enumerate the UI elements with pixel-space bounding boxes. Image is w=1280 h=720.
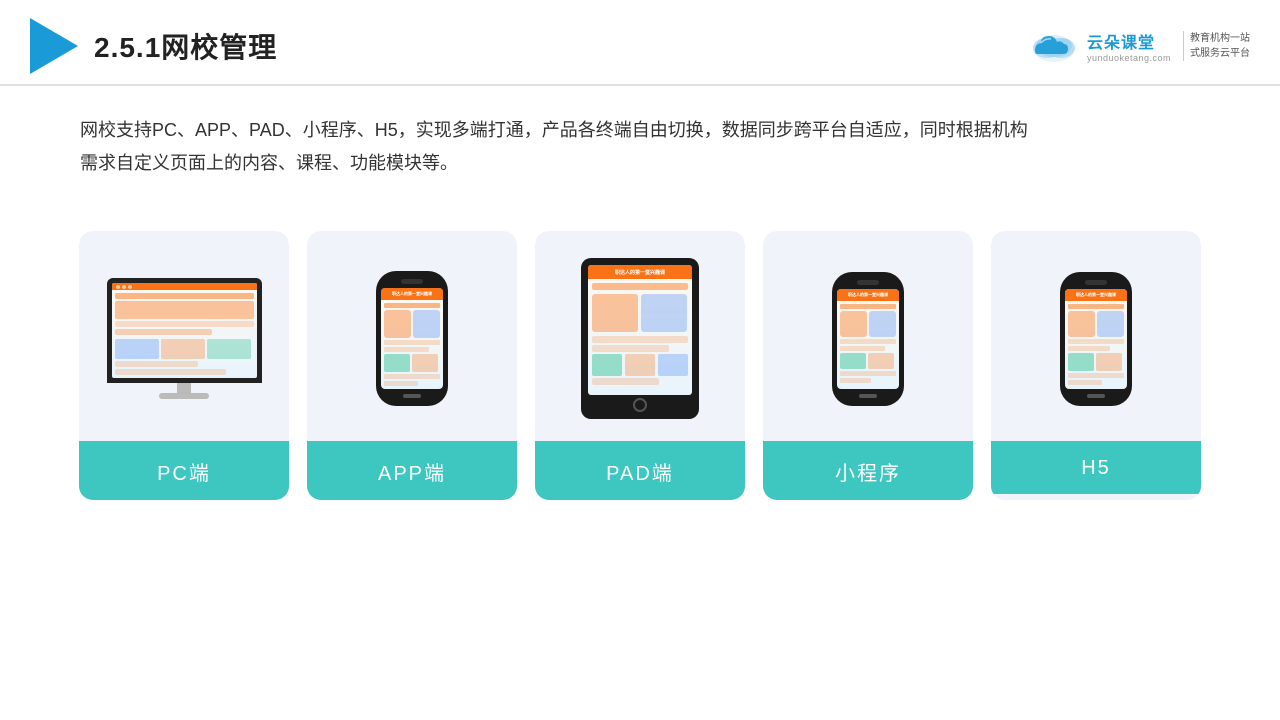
tablet-icon: 职达人的第一堂兴趣课 <box>581 258 699 419</box>
device-preview-app: 职达人的第一堂兴趣课 <box>307 231 517 441</box>
brand-text: 云朵课堂 yunduoketang.com <box>1087 29 1171 63</box>
phone-icon-miniapp: 职达人的第一堂兴趣课 <box>832 272 904 406</box>
card-h5-label: H5 <box>991 441 1201 494</box>
phone-icon-app: 职达人的第一堂兴趣课 <box>376 271 448 406</box>
brand-url: yunduoketang.com <box>1087 53 1171 63</box>
description-text: 网校支持PC、APP、PAD、小程序、H5，实现多端打通，产品各终端自由切换，数… <box>0 86 1280 191</box>
device-preview-miniapp: 职达人的第一堂兴趣课 <box>763 231 973 441</box>
device-preview-pad: 职达人的第一堂兴趣课 <box>535 231 745 441</box>
phone-icon-h5: 职达人的第一堂兴趣课 <box>1060 272 1132 406</box>
card-app-label: APP端 <box>307 441 517 500</box>
card-pad-label: PAD端 <box>535 441 745 500</box>
header: 2.5.1网校管理 云朵课堂 yunduoketang.com 教育机构一站 式… <box>0 0 1280 86</box>
card-miniapp: 职达人的第一堂兴趣课 <box>763 231 973 500</box>
cloud-logo: 云朵课堂 yunduoketang.com 教育机构一站 式服务云平台 <box>1027 28 1250 64</box>
card-pad: 职达人的第一堂兴趣课 <box>535 231 745 500</box>
device-preview-pc <box>79 231 289 441</box>
page-title: 2.5.1网校管理 <box>94 26 277 66</box>
card-h5: 职达人的第一堂兴趣课 <box>991 231 1201 500</box>
brand-slogan: 教育机构一站 式服务云平台 <box>1183 31 1250 61</box>
cloud-icon <box>1027 28 1081 64</box>
pc-monitor-icon <box>107 278 262 399</box>
cards-container: PC端 职达人的第一堂兴趣课 <box>0 201 1280 520</box>
card-pc-label: PC端 <box>79 441 289 500</box>
logo-triangle-icon <box>30 18 78 74</box>
brand-name: 云朵课堂 <box>1087 29 1155 53</box>
card-app: 职达人的第一堂兴趣课 <box>307 231 517 500</box>
header-left: 2.5.1网校管理 <box>30 18 277 74</box>
card-pc: PC端 <box>79 231 289 500</box>
card-miniapp-label: 小程序 <box>763 441 973 500</box>
device-preview-h5: 职达人的第一堂兴趣课 <box>991 231 1201 441</box>
header-right: 云朵课堂 yunduoketang.com 教育机构一站 式服务云平台 <box>1027 28 1250 64</box>
